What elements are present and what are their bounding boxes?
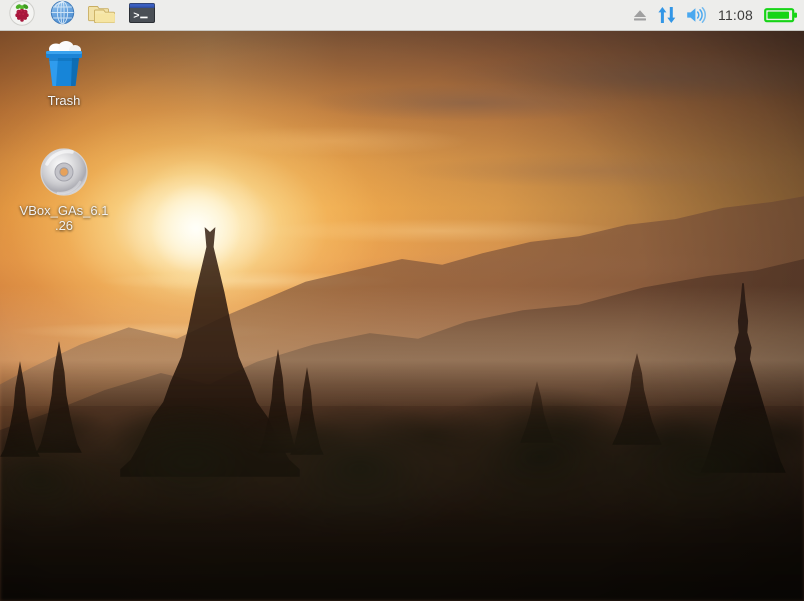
speaker-icon [687, 7, 706, 23]
taskbar-clock[interactable]: 11:08 [714, 7, 757, 23]
eject-icon [634, 10, 646, 21]
taskbar-terminal-button[interactable]: > [123, 1, 161, 29]
optical-disc-icon [38, 146, 90, 198]
desktop-icon-vbox-label-line1: VBox_GAs_6.1 [19, 203, 109, 218]
globe-browser-icon [50, 0, 75, 30]
svg-text:>: > [133, 10, 139, 22]
desktop-icon-vbox-guest-additions[interactable]: VBox_GAs_6.1 .26 [8, 146, 120, 233]
wallpaper-vignette [0, 31, 804, 601]
taskbar-file-manager-button[interactable] [83, 1, 121, 29]
desktop-icon-trash[interactable]: Trash [8, 36, 120, 108]
battery-icon [764, 8, 797, 23]
taskbar-launcher-group: > [0, 0, 161, 31]
desktop[interactable]: Trash VBox_GAs_6.1 .26 > 11:08 [0, 0, 804, 601]
taskbar-web-browser-button[interactable] [43, 0, 81, 30]
tray-network-button[interactable] [656, 5, 678, 25]
desktop-wallpaper [0, 31, 804, 601]
desktop-icon-trash-label: Trash [47, 93, 81, 108]
raspberry-pi-menu-icon [9, 0, 35, 31]
taskbar[interactable]: > 11:08 [0, 0, 804, 31]
tray-battery-indicator[interactable] [764, 5, 798, 25]
trash-bin-icon [39, 36, 89, 88]
file-manager-icon [88, 1, 116, 30]
tray-volume-button[interactable] [685, 5, 707, 25]
taskbar-system-tray: 11:08 [631, 5, 804, 25]
taskbar-menu-button[interactable] [3, 0, 41, 31]
terminal-icon: > [128, 1, 156, 30]
tray-eject-button[interactable] [631, 6, 649, 24]
network-updown-icon [658, 7, 676, 23]
desktop-icon-vbox-label-line2: .26 [54, 218, 74, 233]
